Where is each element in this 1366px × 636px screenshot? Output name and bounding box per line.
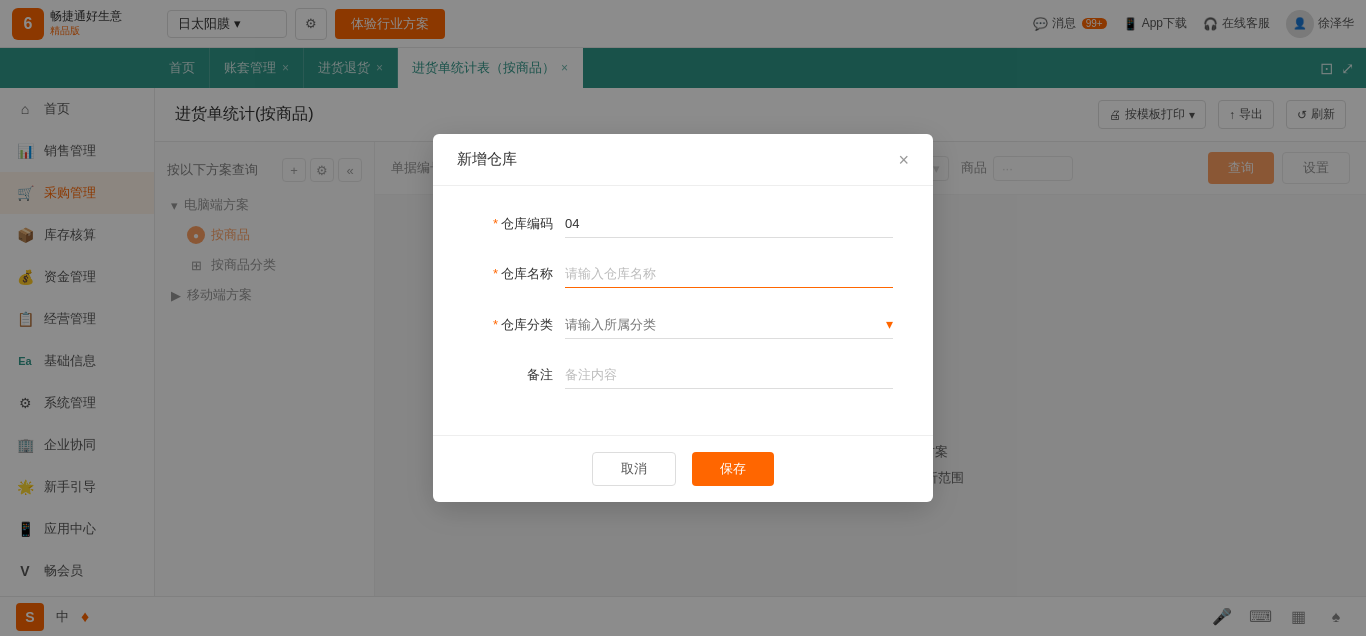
form-item-remark: 备注	[473, 361, 893, 389]
category-dropdown-icon: ▾	[886, 316, 893, 332]
remark-label: 备注	[473, 366, 553, 384]
modal-close-button[interactable]: ×	[898, 151, 909, 169]
modal-header: 新增仓库 ×	[433, 134, 933, 186]
name-label: 仓库名称	[473, 265, 553, 283]
modal-overlay[interactable]: 新增仓库 × 仓库编码 仓库名称 仓库分类 ▾	[0, 0, 1366, 636]
code-input[interactable]	[565, 210, 893, 238]
name-input[interactable]	[565, 260, 893, 288]
modal-footer: 取消 保存	[433, 435, 933, 502]
category-input[interactable]	[565, 317, 886, 332]
form-item-name: 仓库名称	[473, 260, 893, 288]
category-select[interactable]: ▾	[565, 310, 893, 339]
modal-body: 仓库编码 仓库名称 仓库分类 ▾ 备注	[433, 186, 933, 435]
modal-title: 新增仓库	[457, 150, 517, 169]
code-label: 仓库编码	[473, 215, 553, 233]
form-item-category: 仓库分类 ▾	[473, 310, 893, 339]
category-label: 仓库分类	[473, 316, 553, 334]
form-item-code: 仓库编码	[473, 210, 893, 238]
cancel-button[interactable]: 取消	[592, 452, 676, 486]
remark-input[interactable]	[565, 361, 893, 389]
modal-add-warehouse: 新增仓库 × 仓库编码 仓库名称 仓库分类 ▾	[433, 134, 933, 502]
save-button[interactable]: 保存	[692, 452, 774, 486]
